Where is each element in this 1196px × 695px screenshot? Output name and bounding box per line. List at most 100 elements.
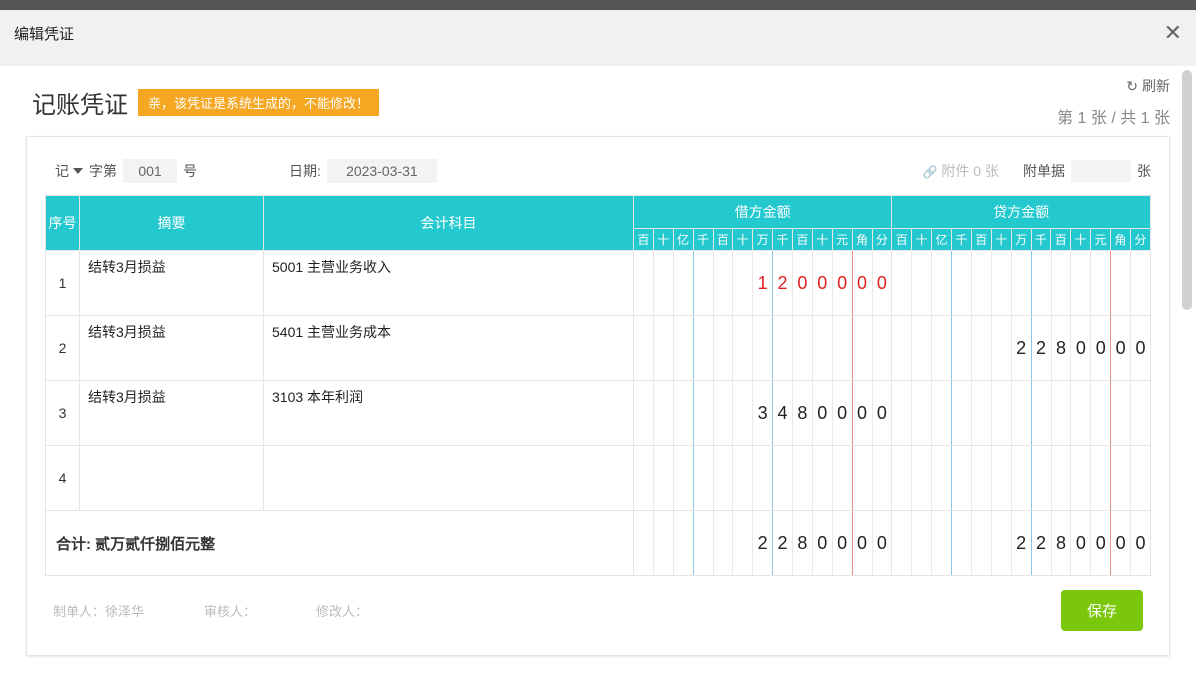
amount-cell[interactable]: 2280000 — [892, 511, 1151, 576]
summary-cell[interactable] — [80, 446, 264, 511]
amount-cell[interactable]: 2280000 — [892, 316, 1151, 381]
digit — [1032, 251, 1052, 315]
unit-header-cell: 百 — [634, 229, 654, 251]
digit — [972, 381, 992, 445]
account-cell[interactable] — [264, 446, 634, 511]
digit — [714, 316, 734, 380]
digit — [1071, 446, 1091, 510]
digit — [1111, 446, 1131, 510]
digit — [634, 381, 654, 445]
digit: 2 — [1032, 316, 1052, 380]
digit — [992, 251, 1012, 315]
digit — [992, 446, 1012, 510]
scrollbar[interactable] — [1182, 70, 1192, 310]
unit-header-cell: 元 — [832, 229, 852, 251]
unit-header-cell: 万 — [1011, 229, 1031, 251]
amount-cell[interactable] — [892, 381, 1151, 446]
digit — [694, 251, 714, 315]
amount-cell[interactable]: 1200000 — [634, 251, 892, 316]
digit — [654, 381, 674, 445]
bill-unit: 张 — [1137, 161, 1151, 181]
unit-header-cell: 千 — [693, 229, 713, 251]
digit: 0 — [833, 511, 853, 575]
unit-header-cell: 万 — [753, 229, 773, 251]
digit — [674, 381, 694, 445]
summary-cell[interactable]: 结转3月损益 — [80, 316, 264, 381]
digit — [992, 511, 1012, 575]
unit-header-cell: 千 — [1031, 229, 1051, 251]
digit — [813, 446, 833, 510]
digit — [1091, 446, 1111, 510]
digit — [694, 446, 714, 510]
digit — [634, 446, 654, 510]
summary-cell[interactable]: 结转3月损益 — [80, 251, 264, 316]
amount-cell[interactable]: 2280000 — [634, 511, 892, 576]
digit — [1012, 446, 1032, 510]
digit — [674, 511, 694, 575]
chevron-down-icon — [73, 168, 83, 174]
refresh-button[interactable]: 刷新 — [1126, 76, 1170, 96]
digit: 0 — [833, 381, 853, 445]
account-cell[interactable]: 5401 主营业务成本 — [264, 316, 634, 381]
maker-label: 制单人：徐泽华 — [53, 601, 144, 620]
link-icon — [922, 163, 937, 179]
digit: 0 — [793, 251, 813, 315]
amount-cell[interactable]: 3480000 — [634, 381, 892, 446]
digit: 2 — [753, 511, 773, 575]
digit — [714, 381, 734, 445]
unit-header-cell: 百 — [892, 229, 912, 251]
unit-header-cell: 十 — [653, 229, 673, 251]
account-cell[interactable]: 3103 本年利润 — [264, 381, 634, 446]
digit — [634, 511, 654, 575]
attachment-text: 附件 0 张 — [941, 161, 999, 181]
digit — [773, 316, 793, 380]
unit-header-cell: 亿 — [673, 229, 693, 251]
digit — [654, 511, 674, 575]
digit: 1 — [753, 251, 773, 315]
digit: 3 — [753, 381, 773, 445]
save-button[interactable]: 保存 — [1061, 590, 1143, 631]
digit — [1012, 251, 1032, 315]
digit — [892, 316, 912, 380]
bill-label: 附单据 — [1023, 161, 1065, 181]
digit — [674, 316, 694, 380]
attachment-link[interactable]: 附件 0 张 — [922, 161, 999, 181]
digit: 0 — [833, 251, 853, 315]
digit: 8 — [1052, 511, 1072, 575]
voucher-type-select[interactable]: 记 — [55, 161, 83, 181]
digit — [753, 316, 773, 380]
account-cell[interactable]: 5001 主营业务收入 — [264, 251, 634, 316]
table-row: 2 结转3月损益5401 主营业务成本 2280000 — [46, 316, 1151, 381]
digit: 0 — [1091, 316, 1111, 380]
amount-cell[interactable] — [634, 446, 892, 511]
bill-count-input[interactable] — [1071, 160, 1131, 182]
digit — [992, 316, 1012, 380]
date-input[interactable]: 2023-03-31 — [327, 159, 437, 183]
digit — [972, 316, 992, 380]
digit — [733, 381, 753, 445]
digit — [733, 251, 753, 315]
digit — [674, 446, 694, 510]
digit: 0 — [813, 251, 833, 315]
digit: 0 — [1131, 511, 1150, 575]
digit — [1091, 251, 1111, 315]
voucher-number-input[interactable]: 001 — [123, 159, 177, 183]
digit — [932, 251, 952, 315]
digit — [912, 446, 932, 510]
col-account: 会计科目 — [264, 196, 634, 251]
close-icon[interactable]: ✕ — [1164, 20, 1182, 46]
amount-cell[interactable] — [634, 316, 892, 381]
digit — [972, 511, 992, 575]
digit — [1032, 446, 1052, 510]
digit: 0 — [1071, 316, 1091, 380]
summary-cell[interactable]: 结转3月损益 — [80, 381, 264, 446]
digit: 8 — [793, 511, 813, 575]
voucher-table: 序号 摘要 会计科目 借方金额 贷方金额 百十亿千百十万千百十元角分百十亿千百十… — [45, 195, 1151, 576]
auditor-label: 审核人： — [204, 601, 256, 620]
digit — [912, 316, 932, 380]
digit: 0 — [873, 511, 892, 575]
amount-cell[interactable] — [892, 251, 1151, 316]
refresh-icon — [1126, 78, 1138, 95]
amount-cell[interactable] — [892, 446, 1151, 511]
digit — [1091, 381, 1111, 445]
